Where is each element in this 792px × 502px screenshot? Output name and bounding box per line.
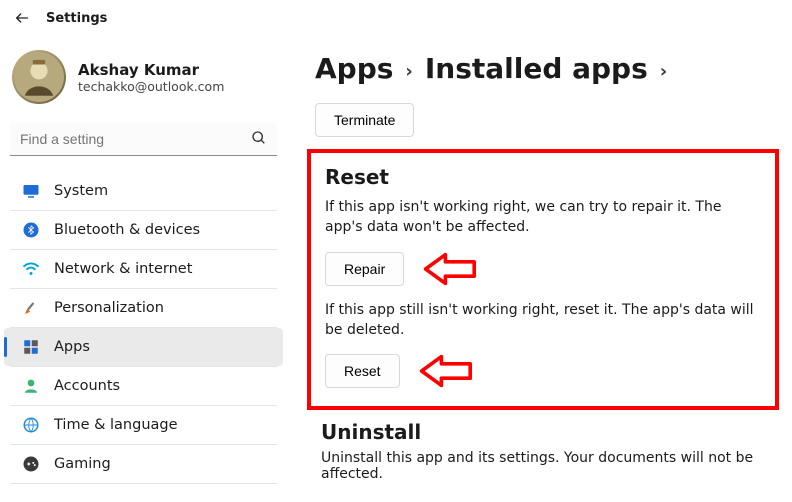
chevron-right-icon: › [660, 55, 667, 82]
sidebar-item-label: System [54, 183, 108, 199]
breadcrumb-apps[interactable]: Apps [315, 52, 393, 85]
avatar [12, 50, 66, 104]
terminate-button[interactable]: Terminate [315, 103, 414, 137]
uninstall-description: Uninstall this app and its settings. You… [321, 450, 785, 482]
sidebar-item-label: Network & internet [54, 261, 192, 277]
gaming-icon [22, 455, 40, 473]
reset-heading: Reset [325, 165, 761, 189]
uninstall-heading: Uninstall [321, 420, 785, 444]
globe-clock-icon [22, 416, 40, 434]
sidebar-item-accounts[interactable]: Accounts [4, 367, 283, 405]
repair-button[interactable]: Repair [325, 252, 404, 286]
sidebar-item-label: Personalization [54, 300, 164, 316]
reset-description: If this app still isn't working right, r… [325, 300, 761, 341]
sidebar-item-time[interactable]: Time & language [4, 406, 283, 444]
wifi-icon [22, 260, 40, 278]
sidebar-item-network[interactable]: Network & internet [4, 250, 283, 288]
annotation-arrow-icon [418, 354, 472, 388]
paintbrush-icon [22, 299, 40, 317]
sidebar-item-label: Gaming [54, 456, 111, 472]
breadcrumb-installed-apps[interactable]: Installed apps [425, 52, 648, 85]
chevron-right-icon: › [405, 55, 412, 82]
sidebar-item-gaming[interactable]: Gaming [4, 445, 283, 483]
breadcrumb: Apps › Installed apps › [315, 52, 785, 85]
page-title: Settings [46, 11, 107, 26]
bluetooth-icon [22, 221, 40, 239]
user-email: techakko@outlook.com [78, 79, 224, 94]
sidebar-item-bluetooth[interactable]: Bluetooth & devices [4, 211, 283, 249]
annotation-arrow-icon [422, 252, 476, 286]
accounts-icon [22, 377, 40, 395]
sidebar-item-personalization[interactable]: Personalization [4, 289, 283, 327]
sidebar-item-label: Time & language [54, 417, 178, 433]
sidebar-item-system[interactable]: System [4, 172, 283, 210]
sidebar-item-apps[interactable]: Apps [4, 328, 283, 366]
reset-section-highlight: Reset If this app isn't working right, w… [307, 149, 779, 410]
search-icon [251, 130, 267, 146]
apps-icon [22, 338, 40, 356]
back-icon[interactable] [14, 10, 30, 26]
sidebar-item-label: Apps [54, 339, 90, 355]
user-name: Akshay Kumar [78, 61, 224, 79]
repair-description: If this app isn't working right, we can … [325, 197, 761, 238]
sidebar-item-label: Bluetooth & devices [54, 222, 200, 238]
search-input[interactable] [10, 122, 277, 156]
sidebar-item-label: Accounts [54, 378, 120, 394]
system-icon [22, 182, 40, 200]
reset-button[interactable]: Reset [325, 354, 400, 388]
user-profile[interactable]: Akshay Kumar techakko@outlook.com [0, 40, 287, 122]
